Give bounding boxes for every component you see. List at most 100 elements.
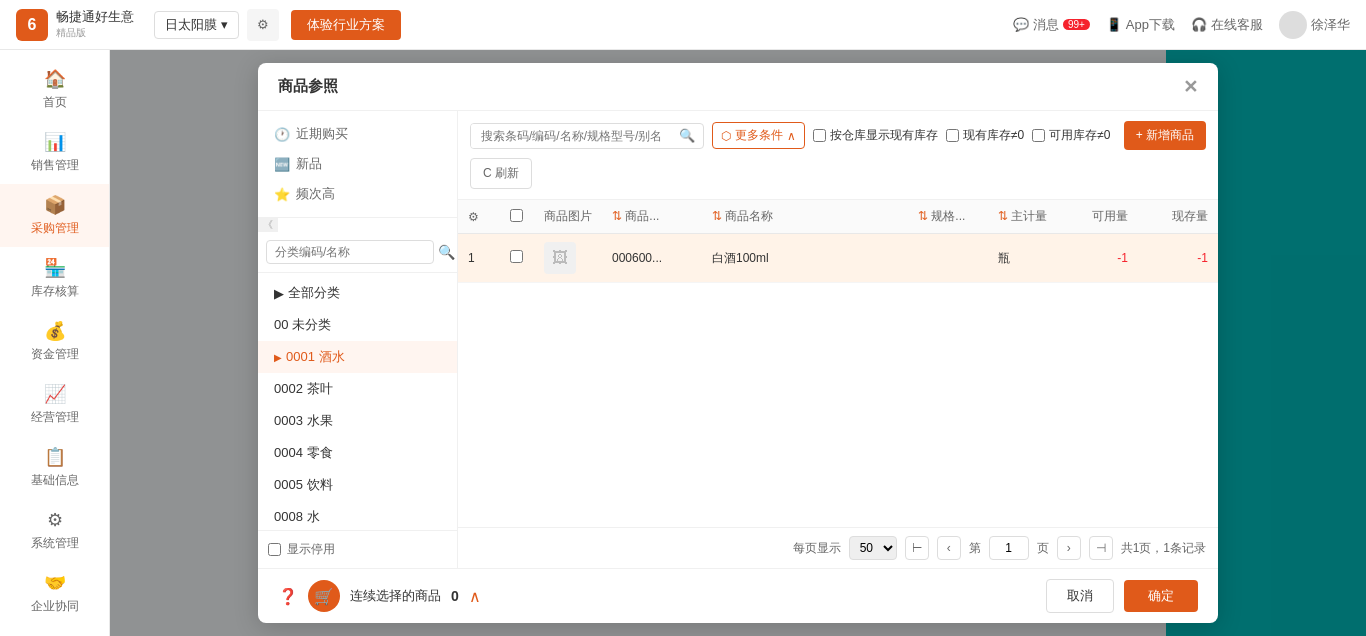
online-service-button[interactable]: 🎧 在线客服 — [1191, 16, 1263, 34]
sidebar-item-finance[interactable]: 💰 资金管理 — [0, 310, 109, 373]
col-header-code: ⇅ 商品... — [602, 200, 702, 234]
collapse-left-icon: 《 — [263, 218, 273, 232]
cart-collapse-button[interactable]: ∧ — [469, 587, 481, 606]
category-item-unclassified[interactable]: 00 未分类 — [258, 309, 457, 341]
total-info: 共1页，1条记录 — [1121, 540, 1206, 557]
category-search-button[interactable]: 🔍 — [438, 244, 455, 260]
modal-tabs: 🕐 近期购买 🆕 新品 ⭐ 频次高 — [258, 111, 457, 218]
star-icon: ⭐ — [274, 187, 290, 202]
table-settings-icon[interactable]: ⚙ — [468, 210, 479, 224]
main-layout: 🏠 首页 📊 销售管理 📦 采购管理 🏪 库存核算 💰 资金管理 📈 经营管理 … — [0, 50, 1366, 636]
page-label: 第 — [969, 540, 981, 557]
sidebar-label-basic-info: 基础信息 — [31, 472, 79, 489]
available-filter-label[interactable]: 现有库存≠0 — [946, 127, 1024, 144]
modal-footer: ❓ 🛒 连续选择的商品 0 ∧ 取消 确定 — [258, 568, 1218, 623]
purchase-icon: 📦 — [44, 194, 66, 216]
page-last-button[interactable]: ⊣ — [1089, 536, 1113, 560]
row-checkbox[interactable] — [510, 250, 523, 263]
product-search-button[interactable]: 🔍 — [671, 128, 703, 143]
product-table-body: 1 🖼 000600... 白酒100ml — [458, 234, 1218, 283]
modal-right-panel: 🔍 ⬡ 更多条件 ∧ 按仓库显示现有库存 — [458, 111, 1218, 568]
expand-liquor-icon: ▶ — [274, 352, 282, 363]
sidebar-item-home[interactable]: 🏠 首页 — [0, 58, 109, 121]
product-thumbnail: 🖼 — [544, 242, 576, 274]
page-next-button[interactable]: › — [1057, 536, 1081, 560]
select-all-checkbox[interactable] — [510, 209, 523, 222]
user-avatar[interactable]: 徐泽华 — [1279, 11, 1350, 39]
help-icon[interactable]: ❓ — [278, 587, 298, 606]
more-filter-button[interactable]: ⬡ 更多条件 ∧ — [712, 122, 805, 149]
cart-button[interactable]: 🛒 — [308, 580, 340, 612]
tab-label-recent: 近期购买 — [296, 125, 348, 143]
sidebar-item-purchase[interactable]: 📦 采购管理 — [0, 184, 109, 247]
sort-icon-code: ⇅ — [612, 209, 622, 223]
add-product-button[interactable]: + 新增商品 — [1124, 121, 1206, 150]
category-item-snack[interactable]: 0004 零食 — [258, 437, 457, 469]
nav-selector[interactable]: 日太阳膜 ▾ — [154, 11, 239, 39]
sidebar-item-enterprise[interactable]: 🤝 企业协同 — [0, 562, 109, 625]
modal-close-button[interactable]: ✕ — [1183, 78, 1198, 96]
app-download-button[interactable]: 📱 App下载 — [1106, 16, 1175, 34]
sort-icon-unit: ⇅ — [998, 209, 1008, 223]
col-label-name: 商品名称 — [725, 209, 773, 223]
sidebar-item-inventory[interactable]: 🏪 库存核算 — [0, 247, 109, 310]
tab-new-product[interactable]: 🆕 新品 — [266, 149, 449, 179]
sidebar-label-operations: 经营管理 — [31, 409, 79, 426]
sort-icon-spec: ⇅ — [918, 209, 928, 223]
category-label-water: 0008 水 — [274, 508, 320, 526]
sidebar-item-basic-info[interactable]: 📋 基础信息 — [0, 436, 109, 499]
available-filter-checkbox[interactable] — [946, 129, 959, 142]
refresh-button[interactable]: C 刷新 — [470, 158, 532, 189]
available-filter-text: 现有库存≠0 — [963, 127, 1024, 144]
chevron-down-icon: ▾ — [221, 17, 228, 32]
category-item-fruit[interactable]: 0003 水果 — [258, 405, 457, 437]
category-item-all[interactable]: ▶ 全部分类 — [258, 277, 457, 309]
warehouse-filter-checkbox[interactable] — [813, 129, 826, 142]
category-label-tea: 0002 茶叶 — [274, 380, 333, 398]
sidebar-label-purchase: 采购管理 — [31, 220, 79, 237]
sidebar-label-enterprise: 企业协同 — [31, 598, 79, 615]
show-disabled-checkbox[interactable] — [268, 543, 281, 556]
tab-high-frequency[interactable]: ⭐ 频次高 — [266, 179, 449, 209]
filter-icon: ⬡ — [721, 129, 731, 143]
show-disabled-label[interactable]: 显示停用 — [287, 541, 335, 558]
product-table: ⚙ 商品图片 ⇅ 商品... — [458, 200, 1218, 283]
page-prev-button[interactable]: ‹ — [937, 536, 961, 560]
usable-filter-checkbox[interactable] — [1032, 129, 1045, 142]
cancel-button[interactable]: 取消 — [1046, 579, 1114, 613]
category-item-liquor[interactable]: ▶ 0001 酒水 — [258, 341, 457, 373]
system-icon: ⚙ — [47, 509, 63, 531]
avatar — [1279, 11, 1307, 39]
cart-count-value: 0 — [451, 588, 459, 604]
clock-icon: 🕐 — [274, 127, 290, 142]
warehouse-filter-label[interactable]: 按仓库显示现有库存 — [813, 127, 938, 144]
table-row[interactable]: 1 🖼 000600... 白酒100ml — [458, 234, 1218, 283]
gear-button[interactable]: ⚙ — [247, 9, 279, 41]
page-first-button[interactable]: ⊢ — [905, 536, 929, 560]
message-label: 消息 — [1033, 16, 1059, 34]
product-search-input[interactable] — [471, 124, 671, 148]
sort-icon-name: ⇅ — [712, 209, 722, 223]
chevron-up-icon: ∧ — [787, 129, 796, 143]
category-item-beverage[interactable]: 0005 饮料 — [258, 469, 457, 501]
logo-icon: 6 — [16, 9, 48, 41]
category-search-input[interactable] — [266, 240, 434, 264]
basic-info-icon: 📋 — [44, 446, 66, 468]
sidebar-item-sales[interactable]: 📊 销售管理 — [0, 121, 109, 184]
trial-button[interactable]: 体验行业方案 — [291, 10, 401, 40]
message-button[interactable]: 💬 消息 99+ — [1013, 16, 1090, 34]
sidebar-item-operations[interactable]: 📈 经营管理 — [0, 373, 109, 436]
page-number-input[interactable] — [989, 536, 1029, 560]
per-page-select[interactable]: 50 — [849, 536, 897, 560]
filter-label: 更多条件 — [735, 127, 783, 144]
usable-filter-label[interactable]: 可用库存≠0 — [1032, 127, 1110, 144]
confirm-button[interactable]: 确定 — [1124, 580, 1198, 612]
collapse-left-button[interactable]: 《 — [258, 218, 278, 232]
sidebar-item-system[interactable]: ⚙ 系统管理 — [0, 499, 109, 562]
top-nav: 6 畅捷通好生意 精品版 日太阳膜 ▾ ⚙ 体验行业方案 💬 消息 99+ 📱 … — [0, 0, 1366, 50]
sidebar-item-guide[interactable]: 📚 新手引导 — [0, 625, 109, 636]
tab-recent-purchase[interactable]: 🕐 近期购买 — [266, 119, 449, 149]
category-item-tea[interactable]: 0002 茶叶 — [258, 373, 457, 405]
sidebar-label-finance: 资金管理 — [31, 346, 79, 363]
category-item-water[interactable]: 0008 水 — [258, 501, 457, 530]
